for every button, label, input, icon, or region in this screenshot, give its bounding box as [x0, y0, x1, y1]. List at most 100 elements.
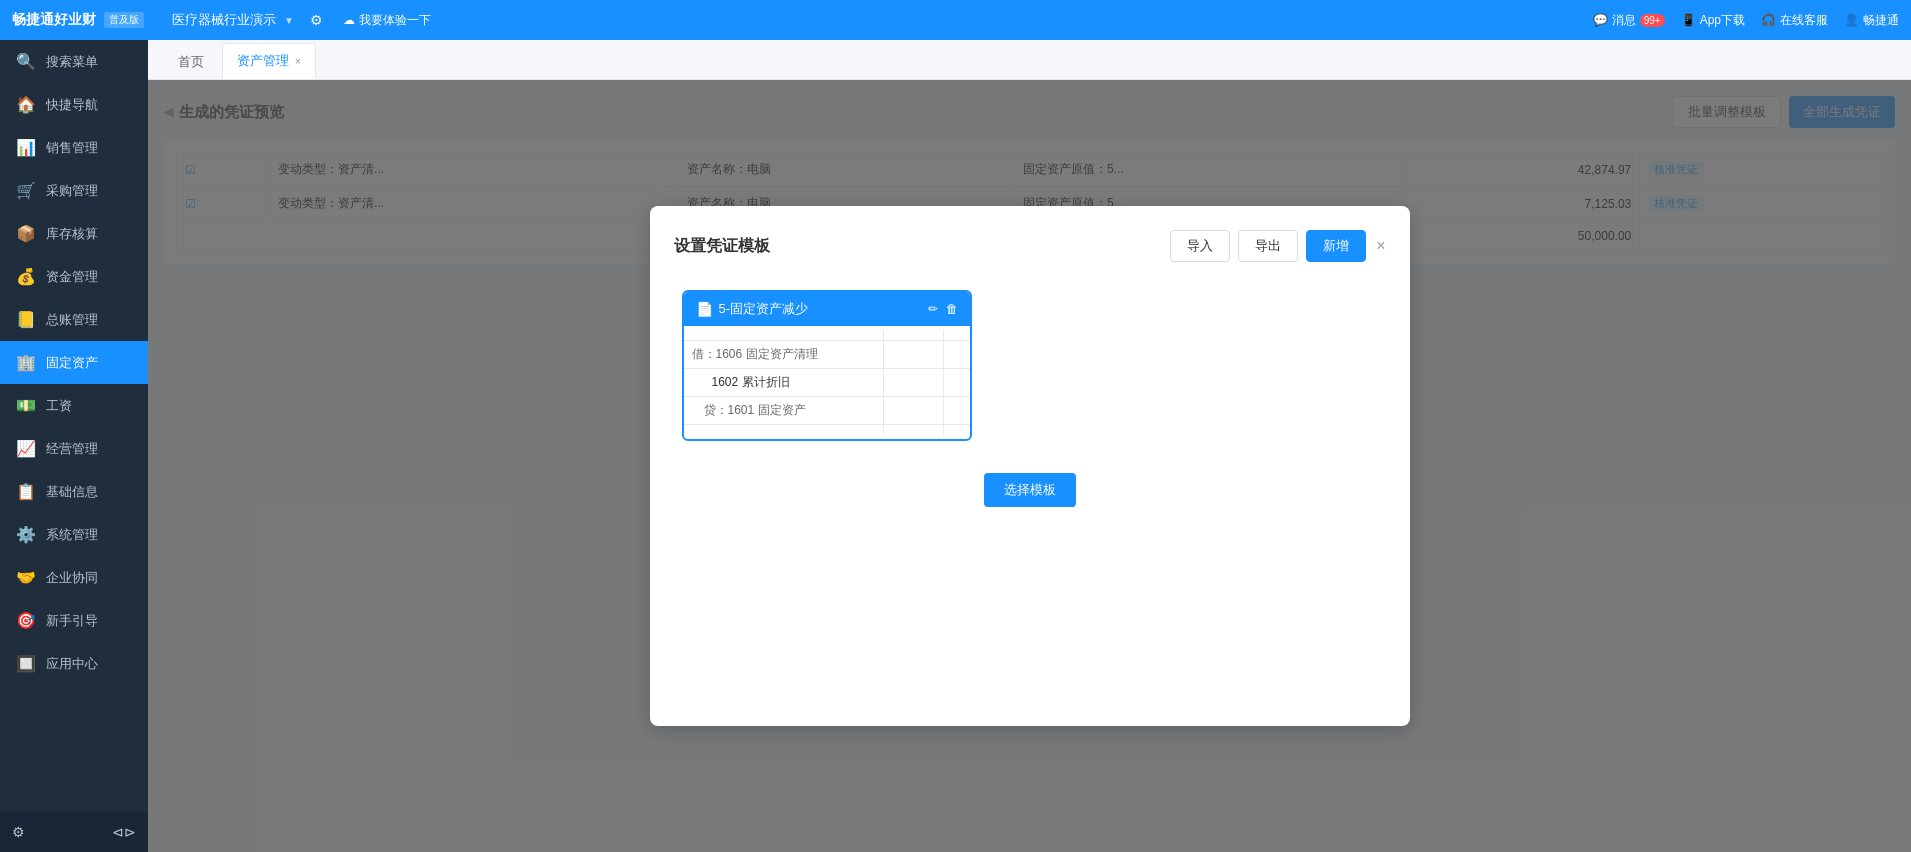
sidebar-item-label: 经营管理 [46, 440, 98, 458]
sidebar-item-guide[interactable]: 🎯 新手引导 [0, 599, 148, 642]
sidebar-item-label: 资金管理 [46, 268, 98, 286]
sidebar-item-label: 基础信息 [46, 483, 98, 501]
template-card-actions: ✏ 🗑 [928, 302, 958, 316]
sidebar-item-apps[interactable]: 🔲 应用中心 [0, 642, 148, 685]
new-btn[interactable]: 新增 [1306, 230, 1366, 262]
dropdown-arrow-icon[interactable]: ▼ [284, 15, 294, 26]
sales-icon: 📊 [16, 138, 36, 157]
template-header-left: 📄 5-固定资产减少 [696, 300, 809, 318]
modal-header: 设置凭证模板 导入 导出 新增 × [674, 230, 1386, 262]
credit-1 [944, 341, 972, 368]
collab-icon: 🤝 [16, 568, 36, 587]
customer-service-btn[interactable]: 🎧 在线客服 [1761, 12, 1828, 29]
tab-home[interactable]: 首页 [164, 45, 218, 79]
header-actions: 💬 消息 99+ 📱 App下载 🎧 在线客服 👤 畅捷通 [1593, 12, 1899, 29]
user-menu-btn[interactable]: 👤 畅捷通 [1844, 12, 1899, 29]
messages-btn[interactable]: 💬 消息 99+ [1593, 12, 1665, 29]
cloud-icon: ☁ [343, 13, 355, 27]
ledger-icon: 📒 [16, 310, 36, 329]
account-4 [684, 425, 884, 435]
sidebar-item-system[interactable]: ⚙️ 系统管理 [0, 513, 148, 556]
sidebar-item-ledger[interactable]: 📒 总账管理 [0, 298, 148, 341]
template-card-header: 📄 5-固定资产减少 ✏ 🗑 [684, 292, 970, 326]
debit-2 [884, 369, 944, 396]
sidebar-item-purchase[interactable]: 🛒 采购管理 [0, 169, 148, 212]
template-row-2: 1602 累计折旧 [684, 369, 970, 397]
app-brand: 畅捷通好业财 [12, 11, 96, 29]
modal-title: 设置凭证模板 [674, 236, 770, 257]
credit-4 [944, 425, 972, 435]
sidebar-item-label: 总账管理 [46, 311, 98, 329]
template-edit-icon[interactable]: ✏ [928, 302, 938, 316]
credit-3 [944, 397, 972, 424]
export-btn[interactable]: 导出 [1238, 230, 1298, 262]
modal-overlay: 设置凭证模板 导入 导出 新增 × [148, 80, 1911, 852]
sidebar-item-sales[interactable]: 📊 销售管理 [0, 126, 148, 169]
sidebar-bottom: ⚙ ⊲⊳ [0, 812, 148, 852]
guide-icon: 🎯 [16, 611, 36, 630]
sidebar-item-label: 企业协同 [46, 569, 98, 587]
tab-asset-label: 资产管理 [237, 52, 289, 70]
operations-icon: 📈 [16, 439, 36, 458]
sidebar-item-label: 库存核算 [46, 225, 98, 243]
sidebar-item-payroll[interactable]: 💵 工资 [0, 384, 148, 427]
account-3: 贷：1601 固定资产 [684, 397, 884, 424]
message-icon: 💬 [1593, 13, 1608, 27]
template-row-header [684, 330, 970, 341]
company-name[interactable]: 医疗器械行业演示 [172, 11, 276, 29]
sidebar-item-label: 应用中心 [46, 655, 98, 673]
inventory-icon: 📦 [16, 224, 36, 243]
template-row-3: 贷：1601 固定资产 [684, 397, 970, 425]
app-version: 普及版 [104, 12, 144, 28]
basics-icon: 📋 [16, 482, 36, 501]
payroll-icon: 💵 [16, 396, 36, 415]
home-icon: 🏠 [16, 95, 36, 114]
account-1: 借：1606 固定资产清理 [684, 341, 884, 368]
experience-btn[interactable]: ☁ 我要体验一下 [343, 12, 431, 29]
sidebar: 🔍 搜索菜单 🏠 快捷导航 📊 销售管理 🛒 采购管理 📦 库存核算 💰 [0, 40, 148, 852]
template-name: 5-固定资产减少 [719, 300, 809, 318]
sidebar-item-funds[interactable]: 💰 资金管理 [0, 255, 148, 298]
top-header: 畅捷通好业财 普及版 医疗器械行业演示 ▼ ⚙ ☁ 我要体验一下 💬 消息 99… [0, 0, 1911, 40]
tab-home-label: 首页 [178, 53, 204, 71]
building-icon: 🏢 [16, 353, 36, 372]
template-row-4 [684, 425, 970, 435]
sidebar-item-quicknav[interactable]: 🏠 快捷导航 [0, 83, 148, 126]
app-download-btn[interactable]: 📱 App下载 [1681, 12, 1745, 29]
settings-icon[interactable]: ⚙ [310, 12, 323, 28]
sidebar-item-operations[interactable]: 📈 经营管理 [0, 427, 148, 470]
credit-2 [944, 369, 972, 396]
account-2: 1602 累计折旧 [684, 369, 884, 396]
template-card: 📄 5-固定资产减少 ✏ 🗑 [682, 290, 972, 441]
template-file-icon: 📄 [696, 301, 713, 317]
sidebar-item-label: 采购管理 [46, 182, 98, 200]
import-btn[interactable]: 导入 [1170, 230, 1230, 262]
sidebar-item-inventory[interactable]: 📦 库存核算 [0, 212, 148, 255]
funds-icon: 💰 [16, 267, 36, 286]
template-body: 借：1606 固定资产清理 1602 累计折旧 [684, 326, 970, 439]
settings-bottom-icon[interactable]: ⚙ [12, 824, 25, 840]
tabs-bar: 首页 资产管理 × [148, 40, 1911, 80]
sidebar-item-label: 系统管理 [46, 526, 98, 544]
page-content: ◀ 生成的凭证预览 批量调整模板 全部生成凭证 ☑ 变动类型：资产清... [148, 80, 1911, 852]
sidebar-scroll: 🔍 搜索菜单 🏠 快捷导航 📊 销售管理 🛒 采购管理 📦 库存核算 💰 [0, 40, 148, 812]
template-row-1: 借：1606 固定资产清理 [684, 341, 970, 369]
content-area: 首页 资产管理 × ◀ 生成的凭证预览 批量调整模板 全部生成凭证 [148, 40, 1911, 852]
debit-4 [884, 425, 944, 435]
tab-close-icon[interactable]: × [295, 56, 301, 67]
select-template-btn[interactable]: 选择模板 [984, 473, 1076, 507]
download-icon: 📱 [1681, 13, 1696, 27]
sidebar-item-basics[interactable]: 📋 基础信息 [0, 470, 148, 513]
system-icon: ⚙️ [16, 525, 36, 544]
purchase-icon: 🛒 [16, 181, 36, 200]
sidebar-item-collab[interactable]: 🤝 企业协同 [0, 556, 148, 599]
modal-close-btn[interactable]: × [1376, 237, 1385, 255]
collapse-icon[interactable]: ⊲⊳ [112, 824, 136, 840]
sidebar-item-label: 新手引导 [46, 612, 98, 630]
sidebar-item-fixed-assets[interactable]: 🏢 固定资产 [0, 341, 148, 384]
search-icon: 🔍 [16, 52, 36, 71]
account-header [684, 330, 884, 340]
sidebar-item-search[interactable]: 🔍 搜索菜单 [0, 40, 148, 83]
tab-asset-management[interactable]: 资产管理 × [222, 43, 316, 79]
template-delete-icon[interactable]: 🗑 [946, 302, 958, 316]
